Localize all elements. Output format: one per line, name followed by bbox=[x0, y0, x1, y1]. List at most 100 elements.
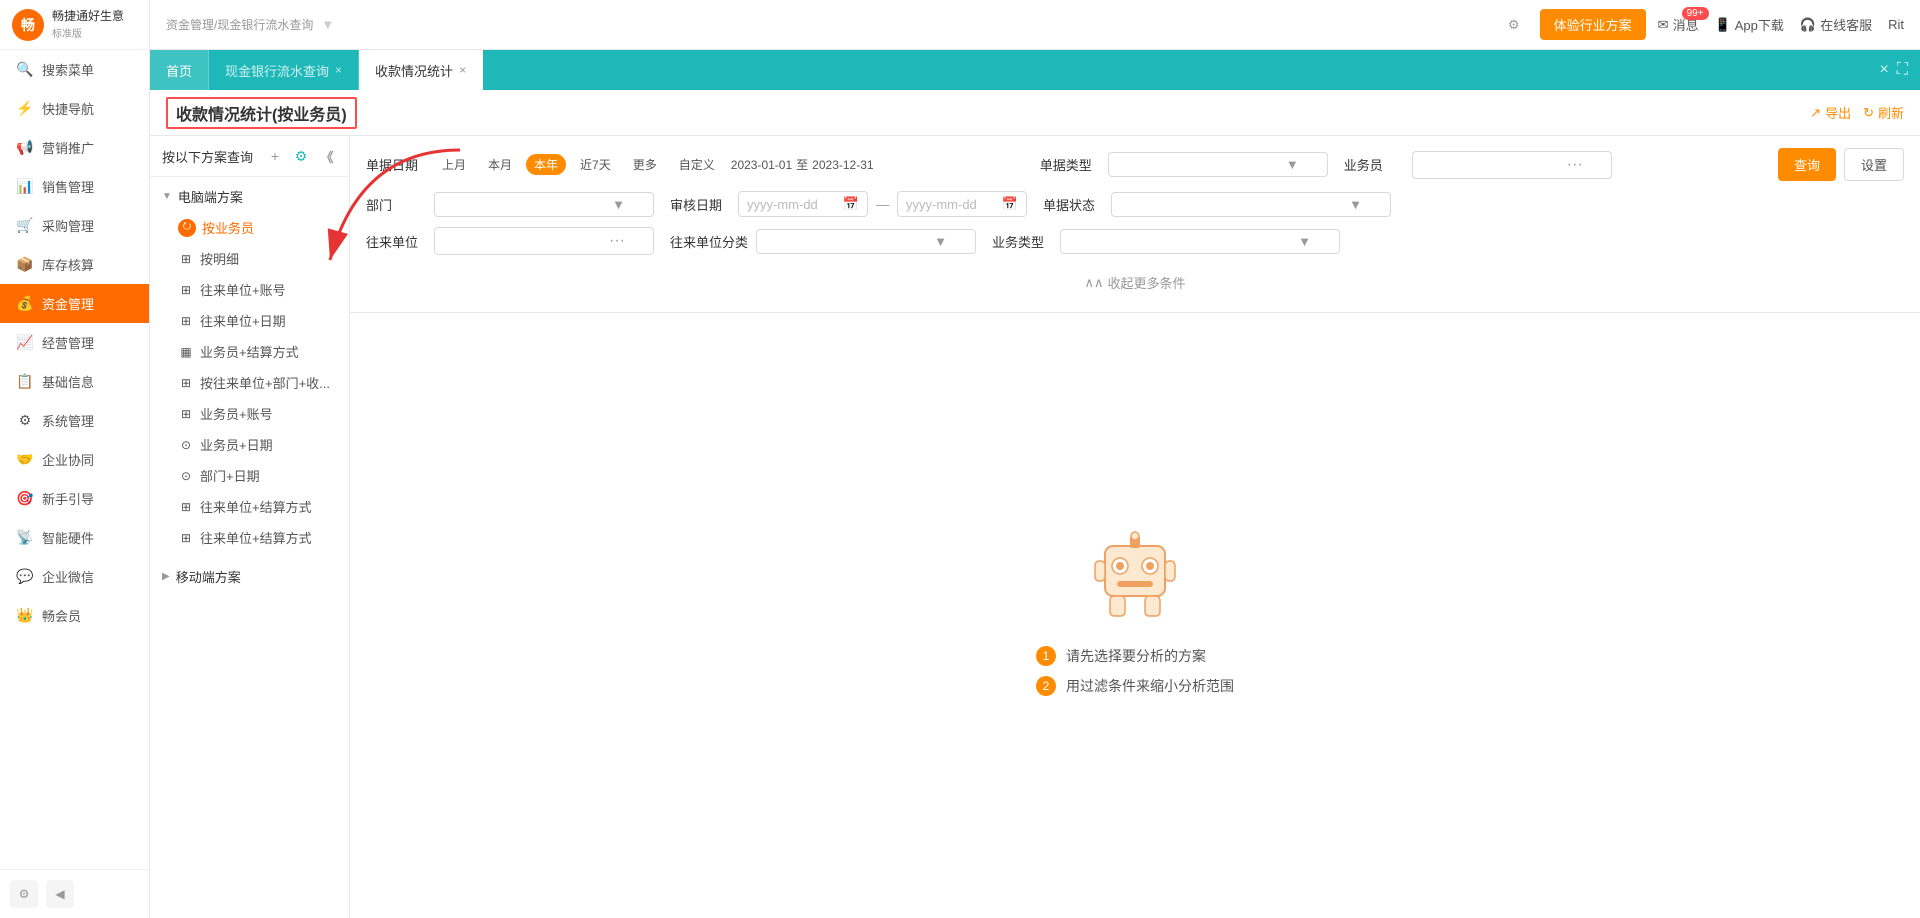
service-icon: 🎧 bbox=[1800, 17, 1816, 33]
sidebar-settings-button[interactable]: ⚙ bbox=[10, 880, 38, 908]
topbar-right: ✉ 消息 99+ 📱 App下载 🎧 在线客服 Rit bbox=[1658, 15, 1904, 34]
sidebar-item-purchase[interactable]: 🛒 采购管理 bbox=[0, 206, 149, 245]
message-button[interactable]: ✉ 消息 99+ bbox=[1658, 15, 1699, 34]
calendar-icon-left[interactable]: 📅 bbox=[843, 196, 859, 212]
tree-item-by-detail[interactable]: ⊞ 按明细 bbox=[150, 243, 349, 274]
tree-item-salesperson-account[interactable]: ⊞ 业务员+账号 bbox=[150, 398, 349, 429]
tree-section-desktop-label: 电脑端方案 bbox=[178, 187, 243, 206]
grid-icon-4: ⊞ bbox=[178, 375, 194, 391]
tree-section-desktop-header[interactable]: ▼ 电脑端方案 bbox=[150, 181, 349, 212]
tree-item-unit-account[interactable]: ⊞ 往来单位+账号 bbox=[150, 274, 349, 305]
date-tab-last-month[interactable]: 上月 bbox=[434, 154, 474, 175]
empty-illustration bbox=[1075, 526, 1195, 626]
message-badge: 99+ bbox=[1682, 7, 1709, 20]
tab-receipt-stats-close-icon[interactable]: × bbox=[459, 63, 466, 77]
add-scheme-button[interactable]: + bbox=[265, 146, 285, 166]
set-button[interactable]: 设置 bbox=[1844, 148, 1904, 181]
tree-section-mobile-header[interactable]: ▶ 移动端方案 bbox=[150, 561, 349, 592]
review-date-to[interactable]: yyyy-mm-dd 📅 bbox=[897, 191, 1027, 217]
breadcrumb-dropdown-icon[interactable]: ▼ bbox=[321, 17, 334, 32]
tab-receipt-stats[interactable]: 收款情况统计 × bbox=[359, 50, 483, 90]
partner-more-icon[interactable]: ··· bbox=[609, 232, 625, 250]
doctype-select[interactable]: ▼ bbox=[1108, 152, 1328, 177]
partner-category-label: 往来单位分类 bbox=[670, 232, 748, 251]
sidebar-collapse-button[interactable]: ◀ bbox=[46, 880, 74, 908]
clock-icon-2: ⊙ bbox=[178, 468, 194, 484]
sidebar-item-guide[interactable]: 🎯 新手引导 bbox=[0, 479, 149, 518]
topbar-gear-button[interactable]: ⚙ bbox=[1500, 11, 1528, 39]
grid-icon-5: ⊞ bbox=[178, 406, 194, 422]
filter-biztype-item: 业务类型 ▼ bbox=[992, 229, 1340, 254]
empty-state: 1 请先选择要分析的方案 2 用过滤条件来缩小分析范围 bbox=[350, 313, 1920, 918]
corp-icon: 🤝 bbox=[16, 451, 34, 469]
collapse-chevron-icon: ∧∧ bbox=[1084, 275, 1103, 291]
tree-item-by-salesperson[interactable]: ⭮ 按业务员 bbox=[150, 212, 349, 243]
empty-step-2: 2 用过滤条件来缩小分析范围 bbox=[1036, 676, 1234, 696]
sidebar-item-system[interactable]: ⚙ 系统管理 bbox=[0, 401, 149, 440]
action-buttons: 查询 设置 bbox=[1778, 148, 1904, 181]
date-tab-more[interactable]: 更多 bbox=[625, 154, 665, 175]
date-tab-this-month[interactable]: 本月 bbox=[480, 154, 520, 175]
app-download-link[interactable]: 📱 App下载 bbox=[1715, 15, 1784, 34]
sidebar-item-basic-info[interactable]: 📋 基础信息 bbox=[0, 362, 149, 401]
date-tab-7days[interactable]: 近7天 bbox=[572, 154, 619, 175]
date-tab-this-year[interactable]: 本年 bbox=[526, 154, 566, 175]
sidebar-item-operation[interactable]: 📈 经营管理 bbox=[0, 323, 149, 362]
review-date-from[interactable]: yyyy-mm-dd 📅 bbox=[738, 191, 868, 217]
review-date-to-placeholder: yyyy-mm-dd bbox=[906, 197, 977, 212]
biztype-dropdown-icon: ▼ bbox=[1298, 234, 1311, 249]
sidebar-item-marketing[interactable]: 📢 营销推广 bbox=[0, 128, 149, 167]
partner-category-select[interactable]: ▼ bbox=[756, 229, 976, 254]
grid-icon-6: ⊞ bbox=[178, 499, 194, 515]
sidebar-item-inventory[interactable]: 📦 库存核算 bbox=[0, 245, 149, 284]
finance-icon: 💰 bbox=[16, 295, 34, 313]
export-button[interactable]: ↗ 导出 bbox=[1810, 103, 1851, 122]
tree-item-unit-settle2[interactable]: ⊞ 往来单位+结算方式 bbox=[150, 522, 349, 553]
sidebar-item-search[interactable]: 🔍 搜索菜单 bbox=[0, 50, 149, 89]
tabbar-right: × ⛶ bbox=[1867, 50, 1920, 90]
collapse-filter-button[interactable]: ∧∧ 收起更多条件 bbox=[366, 265, 1904, 300]
dept-select[interactable]: ▼ bbox=[434, 192, 654, 217]
biztype-select[interactable]: ▼ bbox=[1060, 229, 1340, 254]
tab-close-all-icon[interactable]: × bbox=[1879, 61, 1888, 79]
date-to: 2023-12-31 bbox=[812, 158, 873, 172]
page-header: 收款情况统计(按业务员) ↗ 导出 ↻ 刷新 bbox=[150, 90, 1920, 136]
user-name: Rit bbox=[1888, 17, 1904, 32]
tab-home[interactable]: 首页 bbox=[150, 50, 209, 90]
refresh-button[interactable]: ↻ 刷新 bbox=[1863, 103, 1904, 122]
basic-info-icon: 📋 bbox=[16, 373, 34, 391]
sidebar-item-smart-hw[interactable]: 📡 智能硬件 bbox=[0, 518, 149, 557]
sidebar-item-finance[interactable]: 💰 资金管理 bbox=[0, 284, 149, 323]
breadcrumb: 资金管理/现金银行流水查询 ▼ bbox=[166, 16, 1488, 33]
user-avatar[interactable]: Rit bbox=[1888, 17, 1904, 32]
tree-item-unit-dept[interactable]: ⊞ 按往来单位+部门+收... bbox=[150, 367, 349, 398]
calendar-icon-right[interactable]: 📅 bbox=[1002, 196, 1018, 212]
partner-input[interactable]: ··· bbox=[434, 227, 654, 255]
salesperson-more-icon[interactable]: ··· bbox=[1567, 156, 1583, 174]
trial-button[interactable]: 体验行业方案 bbox=[1540, 9, 1646, 40]
tab-receipt-stats-label: 收款情况统计 bbox=[375, 61, 453, 80]
date-tab-custom[interactable]: 自定义 bbox=[671, 154, 723, 175]
sidebar-item-member[interactable]: 👑 畅会员 bbox=[0, 596, 149, 635]
tree-item-unit-date[interactable]: ⊞ 往来单位+日期 bbox=[150, 305, 349, 336]
query-button[interactable]: 查询 bbox=[1778, 148, 1836, 181]
docstatus-select[interactable]: ▼ bbox=[1111, 192, 1391, 217]
scheme-settings-button[interactable]: ⚙ bbox=[291, 146, 311, 166]
tree-item-dept-date[interactable]: ⊙ 部门+日期 bbox=[150, 460, 349, 491]
tree-item-salesperson-date[interactable]: ⊙ 业务员+日期 bbox=[150, 429, 349, 460]
filter-docstatus-item: 单据状态 ▼ bbox=[1043, 192, 1391, 217]
tab-maximize-icon[interactable]: ⛶ bbox=[1897, 61, 1908, 79]
sidebar: 畅 畅捷通好生意 标准版 🔍 搜索菜单 ⚡ 快捷导航 📢 营销推广 📊 销售管理… bbox=[0, 0, 150, 918]
tree-item-salesperson-settle[interactable]: ▦ 业务员+结算方式 bbox=[150, 336, 349, 367]
tab-bank-flow[interactable]: 现金银行流水查询 × bbox=[209, 50, 359, 90]
sidebar-item-quick-nav[interactable]: ⚡ 快捷导航 bbox=[0, 89, 149, 128]
tab-bank-flow-close-icon[interactable]: × bbox=[335, 63, 342, 77]
online-service-link[interactable]: 🎧 在线客服 bbox=[1800, 15, 1872, 34]
sidebar-item-wechat[interactable]: 💬 企业微信 bbox=[0, 557, 149, 596]
tree-item-unit-settle1[interactable]: ⊞ 往来单位+结算方式 bbox=[150, 491, 349, 522]
collapse-panel-button[interactable]: 《 bbox=[317, 146, 337, 166]
sidebar-item-sales[interactable]: 📊 销售管理 bbox=[0, 167, 149, 206]
filter-row-2: 部门 ▼ 审核日期 yyyy-mm-dd 📅 — bbox=[366, 191, 1904, 217]
sidebar-item-corp[interactable]: 🤝 企业协同 bbox=[0, 440, 149, 479]
salesperson-select[interactable]: ··· bbox=[1412, 151, 1612, 179]
